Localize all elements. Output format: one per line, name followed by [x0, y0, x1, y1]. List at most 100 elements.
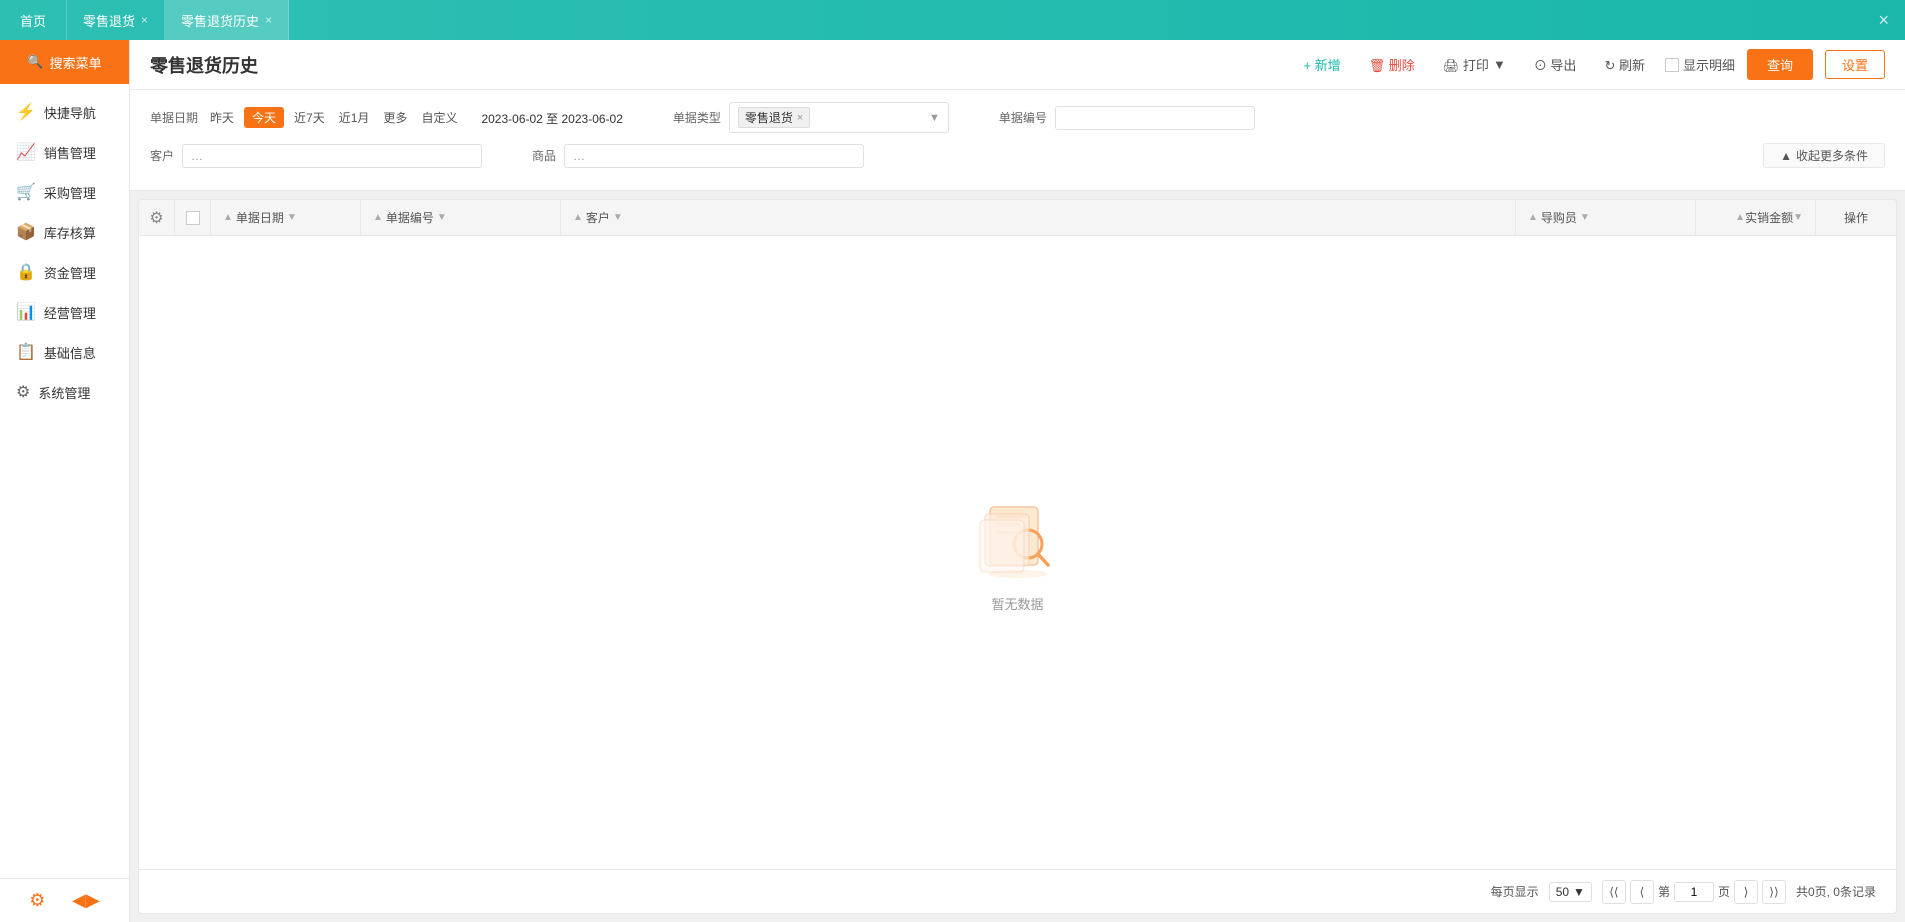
date-opt-custom[interactable]: 自定义: [417, 107, 461, 128]
sidebar-item-sales[interactable]: 📈 销售管理: [0, 132, 129, 172]
th-date-sort-desc[interactable]: ▼: [287, 212, 297, 223]
th-docno: ▲ 单据编号 ▼: [361, 200, 561, 235]
show-detail-checkbox[interactable]: [1665, 58, 1679, 72]
th-amount-sort-desc[interactable]: ▼: [1793, 212, 1803, 223]
print-button[interactable]: 🖨 打印 ▼: [1435, 51, 1514, 78]
th-date-sort-asc[interactable]: ▲: [223, 212, 233, 223]
page-last-button[interactable]: ⟩⟩: [1762, 880, 1786, 904]
date-opt-more[interactable]: 更多: [379, 107, 411, 128]
date-opt-today[interactable]: 今天: [244, 107, 284, 128]
sidebar-item-system-label: 系统管理: [38, 383, 90, 402]
show-detail-text: 显示明细: [1683, 55, 1735, 74]
date-range-display: 2023-06-02 至 2023-06-02: [481, 110, 622, 127]
page-header: 零售退货历史 + 新增 🗑 删除 🖨 打印 ▼ ⊙ 导出 ↻ 刷新: [130, 40, 1905, 90]
page-first-button[interactable]: ⟨⟨: [1602, 880, 1626, 904]
type-filter-select[interactable]: 零售退货 × ▼: [729, 102, 949, 133]
th-amount-label: 实销金额: [1745, 209, 1793, 226]
th-docno-label: 单据编号: [386, 209, 434, 226]
page-number-input[interactable]: [1674, 882, 1714, 902]
per-page-select[interactable]: 50 ▼: [1549, 882, 1592, 902]
customer-placeholder: …: [191, 149, 203, 163]
type-filter-tag: 零售退货 ×: [738, 107, 810, 128]
table-header: ⚙ ▲ 单据日期 ▼ ▲ 单据编号 ▼ ▲ 客户 ▼: [139, 200, 1896, 236]
type-filter-arrow: ▼: [929, 112, 940, 124]
select-all-checkbox[interactable]: [186, 211, 200, 225]
sidebar-item-finance[interactable]: 🔒 资金管理: [0, 252, 129, 292]
sidebar-search[interactable]: 🔍 搜索菜单: [0, 40, 129, 84]
sidebar-volume-button[interactable]: ◀▶: [72, 890, 100, 911]
th-amount: ▲ 实销金额 ▼: [1696, 200, 1816, 235]
empty-text: 暂无数据: [991, 594, 1043, 613]
th-guide-sort-asc[interactable]: ▲: [1528, 212, 1538, 223]
date-options: 昨天 今天 近7天 近1月 更多 自定义: [206, 107, 461, 128]
th-docno-sort-asc[interactable]: ▲: [373, 212, 383, 223]
customer-filter-select[interactable]: …: [182, 144, 482, 168]
tab-home[interactable]: 首页: [0, 0, 67, 40]
main-layout: 🔍 搜索菜单 ⚡ 快捷导航 📈 销售管理 🛒 采购管理 📦 库存核算 🔒: [0, 40, 1905, 922]
filter-row-2: 客户 … 商品 … ▲ 收起更多条件: [150, 143, 1885, 168]
sidebar-item-system[interactable]: ⚙ 系统管理: [0, 372, 129, 412]
date-opt-7days[interactable]: 近7天: [290, 107, 329, 128]
date-opt-1month[interactable]: 近1月: [335, 107, 374, 128]
nav-tabs: 首页 零售退货 × 零售退货历史 ×: [0, 0, 289, 40]
th-customer-sort-asc[interactable]: ▲: [573, 212, 583, 223]
sidebar-item-quick-nav[interactable]: ⚡ 快捷导航: [0, 92, 129, 132]
new-button[interactable]: + 新增: [1295, 51, 1348, 78]
sidebar-item-basic-info[interactable]: 📋 基础信息: [0, 332, 129, 372]
type-filter-label: 单据类型: [673, 109, 721, 126]
customer-filter-label: 客户: [150, 147, 174, 164]
type-filter-tag-text: 零售退货: [745, 109, 793, 126]
top-bar-right: ×: [1878, 10, 1905, 31]
table-area: ⚙ ▲ 单据日期 ▼ ▲ 单据编号 ▼ ▲ 客户 ▼: [138, 199, 1897, 914]
delete-button[interactable]: 🗑 删除: [1361, 51, 1423, 78]
export-button[interactable]: ⊙ 导出: [1526, 51, 1585, 78]
sidebar-settings-button[interactable]: ⚙: [29, 890, 45, 911]
collapse-label: 收起更多条件: [1796, 147, 1868, 164]
goods-placeholder: …: [573, 149, 585, 163]
refresh-label: ↻ 刷新: [1604, 55, 1645, 74]
type-filter-tag-close[interactable]: ×: [797, 112, 803, 124]
print-label: 🖨 打印: [1443, 55, 1489, 74]
filter-goods-item: 商品 …: [532, 144, 864, 168]
sidebar: 🔍 搜索菜单 ⚡ 快捷导航 📈 销售管理 🛒 采购管理 📦 库存核算 🔒: [0, 40, 130, 922]
tab-retail-return[interactable]: 零售退货 ×: [67, 0, 165, 40]
th-amount-sort-asc[interactable]: ▲: [1735, 212, 1745, 223]
th-customer-label: 客户: [586, 209, 610, 226]
per-page-value: 50: [1556, 885, 1569, 899]
docno-filter-input[interactable]: [1055, 106, 1255, 130]
window-close-button[interactable]: ×: [1878, 10, 1889, 31]
page-prev-button[interactable]: ⟨: [1630, 880, 1654, 904]
filter-row-1: 单据日期 昨天 今天 近7天 近1月 更多 自定义 2023-06-02 至 2…: [150, 102, 1885, 133]
table-select-all[interactable]: [175, 200, 211, 235]
purchase-icon: 🛒: [16, 182, 36, 202]
per-page-arrow: ▼: [1573, 885, 1585, 899]
th-guide-label: 导购员: [1541, 209, 1577, 226]
table-settings-icon[interactable]: ⚙: [139, 200, 175, 235]
page-actions: + 新增 🗑 删除 🖨 打印 ▼ ⊙ 导出 ↻ 刷新 显示明细: [1295, 49, 1885, 80]
tab-retail-return-history-close[interactable]: ×: [265, 13, 272, 27]
th-guide-sort-desc[interactable]: ▼: [1580, 212, 1590, 223]
tab-retail-return-close[interactable]: ×: [141, 13, 148, 27]
page-next-button[interactable]: ⟩: [1734, 880, 1758, 904]
tab-retail-return-history[interactable]: 零售退货历史 ×: [165, 0, 289, 40]
th-docno-sort-desc[interactable]: ▼: [437, 212, 447, 223]
query-button[interactable]: 查询: [1747, 49, 1813, 80]
delete-label: 🗑 删除: [1369, 55, 1415, 74]
refresh-button[interactable]: ↻ 刷新: [1596, 51, 1653, 78]
tab-home-label: 首页: [20, 11, 46, 30]
th-guide: ▲ 导购员 ▼: [1516, 200, 1696, 235]
docno-filter-label: 单据编号: [999, 109, 1047, 126]
settings-button[interactable]: 设置: [1825, 50, 1885, 79]
th-actions: 操作: [1816, 200, 1896, 235]
collapse-button[interactable]: ▲ 收起更多条件: [1763, 143, 1885, 168]
tab-retail-return-history-label: 零售退货历史: [181, 11, 259, 30]
page-title: 零售退货历史: [150, 52, 258, 78]
sidebar-item-purchase[interactable]: 🛒 采购管理: [0, 172, 129, 212]
goods-filter-select[interactable]: …: [564, 144, 864, 168]
date-opt-yesterday[interactable]: 昨天: [206, 107, 238, 128]
th-customer-sort-desc[interactable]: ▼: [613, 212, 623, 223]
filter-panel: 单据日期 昨天 今天 近7天 近1月 更多 自定义 2023-06-02 至 2…: [130, 90, 1905, 191]
show-detail-label[interactable]: 显示明细: [1665, 55, 1735, 74]
sidebar-item-operations[interactable]: 📊 经营管理: [0, 292, 129, 332]
sidebar-item-inventory[interactable]: 📦 库存核算: [0, 212, 129, 252]
